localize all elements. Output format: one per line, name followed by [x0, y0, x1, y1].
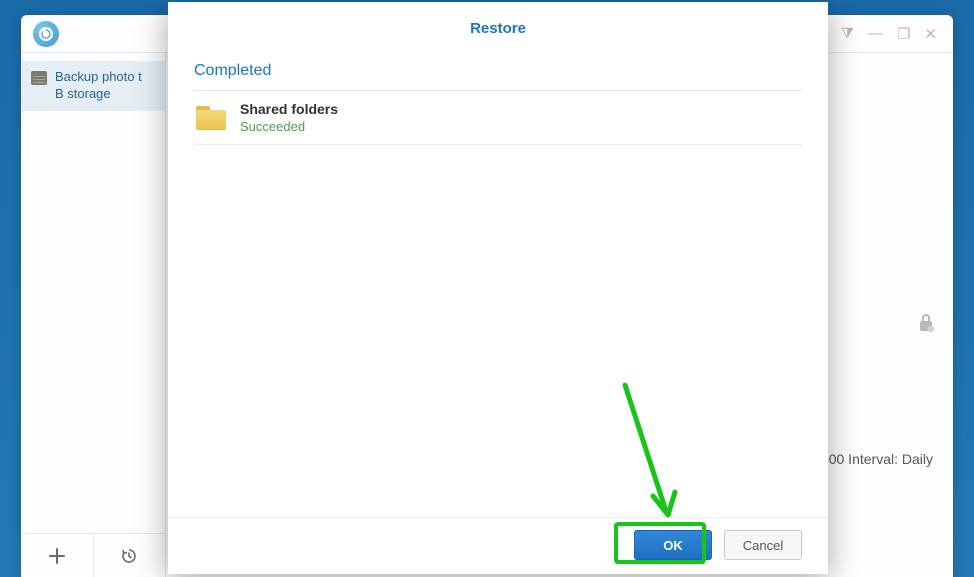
cancel-button[interactable]: Cancel: [724, 530, 802, 560]
modal-body: Completed Shared folders Succeeded: [168, 54, 828, 517]
lock-icon[interactable]: [917, 313, 935, 338]
result-text: Shared folders Succeeded: [240, 101, 338, 134]
section-title: Completed: [194, 62, 802, 91]
restore-modal: Restore Completed Shared folders Succeed…: [168, 2, 828, 574]
task-list: Backup photo t B storage: [21, 53, 165, 533]
app-icon: [33, 21, 59, 47]
history-button[interactable]: [94, 534, 166, 577]
calendar-icon: [31, 71, 47, 85]
maximize-button[interactable]: ❐: [897, 25, 910, 43]
add-task-button[interactable]: [21, 534, 94, 577]
ok-button[interactable]: OK: [634, 530, 712, 560]
sync-icon: [39, 27, 53, 41]
modal-footer: OK Cancel: [168, 517, 828, 574]
minimize-button[interactable]: —: [868, 25, 883, 43]
task-item[interactable]: Backup photo t B storage: [21, 61, 165, 111]
modal-title: Restore: [168, 2, 828, 54]
task-label: Backup photo t B storage: [55, 69, 142, 103]
sidebar: Backup photo t B storage: [21, 53, 166, 577]
close-button[interactable]: ✕: [924, 25, 937, 43]
schedule-text: 3:00 Interval: Daily: [817, 451, 933, 467]
folder-icon: [196, 106, 226, 130]
task-line2: B storage: [55, 86, 142, 103]
result-name: Shared folders: [240, 101, 338, 117]
window-controls: ⧩ — ❐ ✕: [841, 25, 945, 43]
filter-icon[interactable]: ⧩: [841, 25, 854, 43]
result-status: Succeeded: [240, 119, 338, 134]
result-row: Shared folders Succeeded: [194, 91, 802, 145]
sidebar-footer: [21, 533, 165, 577]
task-line1: Backup photo t: [55, 69, 142, 86]
